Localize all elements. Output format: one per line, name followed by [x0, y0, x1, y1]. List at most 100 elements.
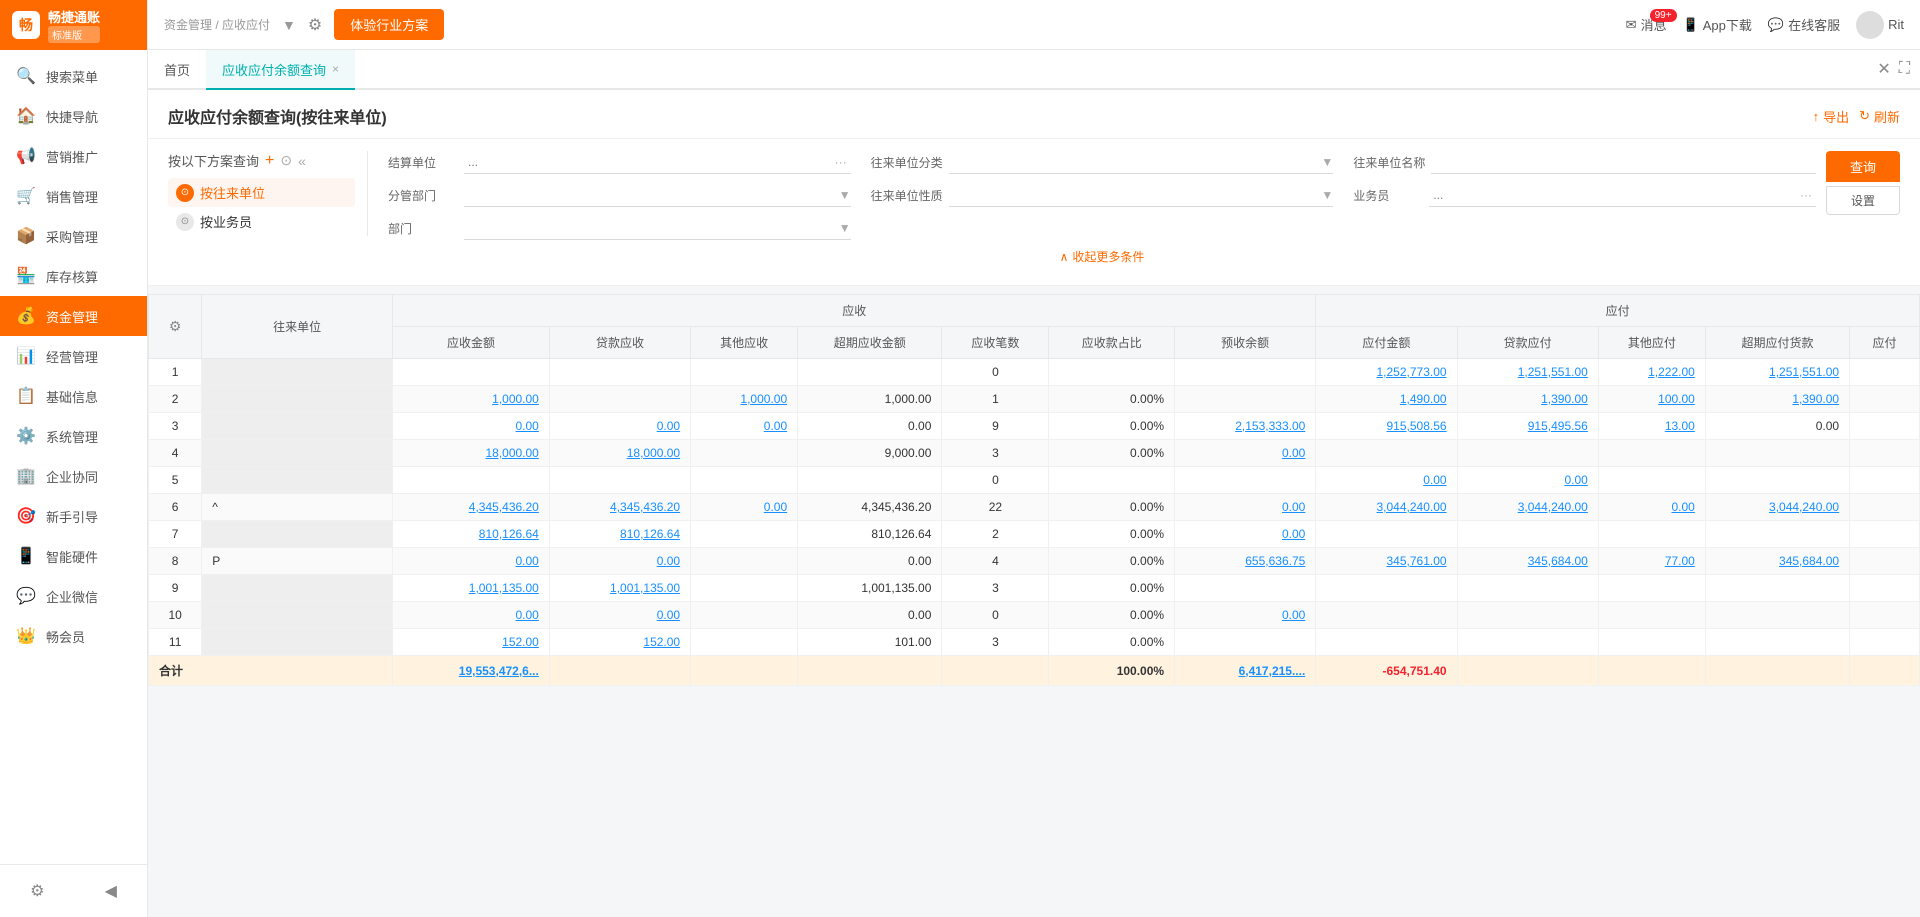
- row-yp-amt[interactable]: 3,044,240.00: [1316, 494, 1457, 521]
- sidebar-item-inventory[interactable]: 🏪 库存核算: [0, 256, 147, 296]
- add-scheme-button[interactable]: +: [265, 152, 274, 170]
- tab-receivable[interactable]: 应收应付余额查询 ×: [206, 50, 355, 90]
- row-yp-amt[interactable]: 345,761.00: [1316, 548, 1457, 575]
- row-loan-recv[interactable]: 4,345,436.20: [549, 494, 690, 521]
- row-prepay[interactable]: 0.00: [1175, 521, 1316, 548]
- row-yp-amt[interactable]: 0.00: [1316, 467, 1457, 494]
- row-other-recv[interactable]: 1,000.00: [691, 386, 798, 413]
- sidebar-item-basic[interactable]: 📋 基础信息: [0, 376, 147, 416]
- row-yr-amt[interactable]: 18,000.00: [393, 440, 550, 467]
- row-other-pay[interactable]: 100.00: [1598, 386, 1705, 413]
- filter-fenguan-select[interactable]: [464, 184, 839, 206]
- row-loan-recv[interactable]: 810,126.64: [549, 521, 690, 548]
- row-other-recv[interactable]: 0.00: [691, 413, 798, 440]
- row-loan-recv[interactable]: 0.00: [549, 413, 690, 440]
- th-settings[interactable]: ⚙: [149, 295, 202, 359]
- app-download-button[interactable]: 📱 App下载: [1683, 15, 1752, 34]
- sidebar-item-operations[interactable]: 📊 经营管理: [0, 336, 147, 376]
- row-other-pay[interactable]: 1,222.00: [1598, 359, 1705, 386]
- row-yr-amt[interactable]: 4,345,436.20: [393, 494, 550, 521]
- sidebar-item-search[interactable]: 🔍 搜索菜单: [0, 56, 147, 96]
- export-button[interactable]: ↑ 导出: [1813, 107, 1850, 126]
- row-prepay[interactable]: 0.00: [1175, 440, 1316, 467]
- row-loan-pay[interactable]: 3,044,240.00: [1457, 494, 1598, 521]
- row-overdue-pay: [1705, 467, 1849, 494]
- row-yp-amt[interactable]: 1,490.00: [1316, 386, 1457, 413]
- sidebar-item-purchase[interactable]: 📦 采购管理: [0, 216, 147, 256]
- tab-home[interactable]: 首页: [148, 50, 206, 90]
- refresh-button[interactable]: ↻ 刷新: [1859, 107, 1900, 126]
- message-button[interactable]: ✉ 消息 99+: [1626, 15, 1667, 34]
- row-partner: ████████: [202, 575, 393, 602]
- row-loan-recv[interactable]: 1,001,135.00: [549, 575, 690, 602]
- filter-dept-select[interactable]: [464, 217, 839, 239]
- scheme-collapse-icon[interactable]: «: [298, 153, 306, 169]
- tab-close-icon[interactable]: ×: [332, 62, 339, 76]
- sidebar-item-marketing[interactable]: 📢 营销推广: [0, 136, 147, 176]
- sidebar-item-corp[interactable]: 🏢 企业协同: [0, 456, 147, 496]
- sidebar-item-system[interactable]: ⚙️ 系统管理: [0, 416, 147, 456]
- row-loan-recv[interactable]: 152.00: [549, 629, 690, 656]
- breadcrumb-dropdown-icon[interactable]: ▼: [282, 17, 296, 33]
- row-yr-amt[interactable]: 1,000.00: [393, 386, 550, 413]
- footer-prepay[interactable]: 6,417,215....: [1175, 656, 1316, 686]
- row-overdue-pay[interactable]: 3,044,240.00: [1705, 494, 1849, 521]
- table-row: 11 ██████ 152.00 152.00 101.00 3 0.00%: [149, 629, 1920, 656]
- scheme-settings-icon[interactable]: ⊙: [280, 152, 292, 169]
- row-other-pay[interactable]: 77.00: [1598, 548, 1705, 575]
- tab-expand-icon[interactable]: ⛶: [1899, 60, 1910, 78]
- filter-collapse-btn[interactable]: ∧ 收起更多条件: [388, 240, 1816, 273]
- row-yr-amt[interactable]: 810,126.64: [393, 521, 550, 548]
- sidebar-settings-btn[interactable]: ⚙: [24, 875, 50, 907]
- row-prepay: [1175, 467, 1316, 494]
- sidebar-item-member[interactable]: 👑 畅会员: [0, 616, 147, 656]
- settings-icon[interactable]: ⚙: [308, 15, 322, 35]
- sidebar-item-sales[interactable]: 🛒 销售管理: [0, 176, 147, 216]
- service-button[interactable]: 💬 在线客服: [1768, 15, 1840, 34]
- row-loan-recv[interactable]: 0.00: [549, 602, 690, 629]
- tab-close-window-icon[interactable]: ✕: [1877, 59, 1890, 79]
- sidebar-collapse-btn[interactable]: ◀: [99, 875, 123, 907]
- sidebar-item-guide[interactable]: 🎯 新手引导: [0, 496, 147, 536]
- sidebar-item-finance[interactable]: 💰 资金管理: [0, 296, 147, 336]
- row-yr-amt[interactable]: 0.00: [393, 548, 550, 575]
- row-loan-pay[interactable]: 345,684.00: [1457, 548, 1598, 575]
- row-other-recv[interactable]: 0.00: [691, 494, 798, 521]
- row-loan-pay[interactable]: 1,390.00: [1457, 386, 1598, 413]
- user-profile[interactable]: Rit: [1856, 11, 1904, 39]
- sidebar-item-nav[interactable]: 🏠 快捷导航: [0, 96, 147, 136]
- row-overdue-pay[interactable]: 1,251,551.00: [1705, 359, 1849, 386]
- query-button[interactable]: 查询: [1826, 151, 1900, 182]
- filter-jiesuan-input[interactable]: [464, 151, 831, 173]
- filter-wanglai-name-input[interactable]: [1431, 151, 1816, 174]
- row-loan-recv[interactable]: 18,000.00: [549, 440, 690, 467]
- row-yp-amt[interactable]: 1,252,773.00: [1316, 359, 1457, 386]
- row-prepay[interactable]: 655,636.75: [1175, 548, 1316, 575]
- sidebar-item-wechat[interactable]: 💬 企业微信: [0, 576, 147, 616]
- row-overdue-pay[interactable]: 1,390.00: [1705, 386, 1849, 413]
- footer-yr-total[interactable]: 19,553,472,6...: [393, 656, 550, 686]
- scheme-item-by-unit[interactable]: ⊙ 按往来单位: [168, 178, 355, 207]
- row-yr-amt[interactable]: 0.00: [393, 602, 550, 629]
- row-overdue-pay[interactable]: 345,684.00: [1705, 548, 1849, 575]
- row-loan-recv[interactable]: 0.00: [549, 548, 690, 575]
- row-loan-pay[interactable]: 1,251,551.00: [1457, 359, 1598, 386]
- row-yr-amt[interactable]: 1,001,135.00: [393, 575, 550, 602]
- row-loan-pay[interactable]: 915,495.56: [1457, 413, 1598, 440]
- filter-business-staff-input[interactable]: [1429, 184, 1796, 206]
- filter-wanglai-nature-select[interactable]: [949, 184, 1322, 206]
- row-yp-amt[interactable]: 915,508.56: [1316, 413, 1457, 440]
- row-prepay[interactable]: 0.00: [1175, 494, 1316, 521]
- row-prepay[interactable]: 0.00: [1175, 602, 1316, 629]
- sidebar-item-hardware[interactable]: 📱 智能硬件: [0, 536, 147, 576]
- scheme-item-by-staff[interactable]: ⊙ 按业务员: [168, 207, 355, 236]
- row-prepay[interactable]: 2,153,333.00: [1175, 413, 1316, 440]
- trial-button[interactable]: 体验行业方案: [334, 9, 444, 40]
- row-loan-pay[interactable]: 0.00: [1457, 467, 1598, 494]
- setting-button[interactable]: 设置: [1826, 186, 1900, 215]
- row-other-pay[interactable]: 13.00: [1598, 413, 1705, 440]
- row-yr-amt[interactable]: 152.00: [393, 629, 550, 656]
- row-other-pay[interactable]: 0.00: [1598, 494, 1705, 521]
- row-yr-amt[interactable]: 0.00: [393, 413, 550, 440]
- filter-wanglai-fenl-select[interactable]: [949, 151, 1322, 173]
